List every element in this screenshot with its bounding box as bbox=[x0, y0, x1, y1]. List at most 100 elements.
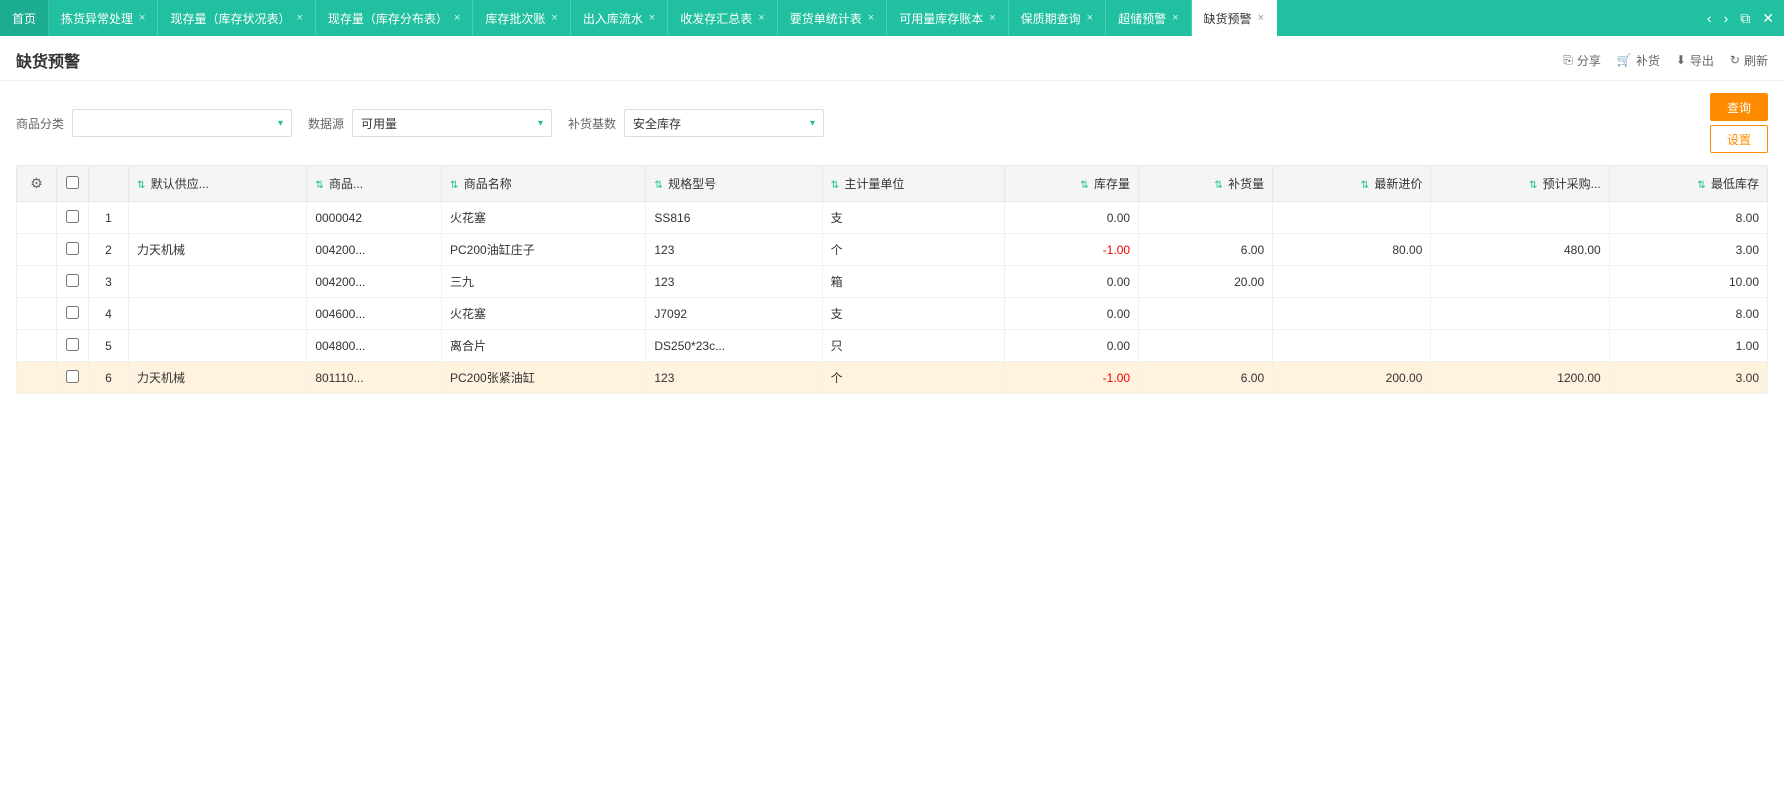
table-body: 1 0000042 火花塞 SS816 支 0.00 8.00 2 力天机械 0… bbox=[17, 202, 1768, 394]
cell-estimated-purchase-3 bbox=[1431, 298, 1609, 330]
refresh-icon: ↻ bbox=[1730, 53, 1740, 67]
tab-order-stats[interactable]: 要货单统计表 × bbox=[778, 0, 887, 36]
cell-checkbox-2[interactable] bbox=[57, 266, 89, 298]
row-checkbox-1[interactable] bbox=[66, 242, 79, 255]
share-button[interactable]: ⎘ 分享 bbox=[1563, 52, 1601, 69]
cell-name-4: 离合片 bbox=[442, 330, 646, 362]
filter-select-datasource[interactable]: 可用量 ▾ bbox=[352, 109, 552, 137]
cell-replenish-qty-0 bbox=[1139, 202, 1273, 234]
tab-close-overstock-warning[interactable]: × bbox=[1172, 12, 1178, 24]
tab-current-stock-status[interactable]: 现存量（库存状况表） × bbox=[158, 0, 315, 36]
tab-nav-close-all[interactable]: ✕ bbox=[1756, 8, 1780, 29]
cell-replenish-qty-3 bbox=[1139, 298, 1273, 330]
cell-spec-4: DS250*23c... bbox=[646, 330, 822, 362]
tab-nav-prev[interactable]: ‹ bbox=[1701, 8, 1718, 28]
chevron-down-icon-3: ▾ bbox=[810, 118, 815, 129]
th-product-code[interactable]: ⇅ 商品... bbox=[307, 166, 442, 202]
th-replenish-qty[interactable]: ⇅ 补货量 bbox=[1139, 166, 1273, 202]
sort-icon-latest-price: ⇅ bbox=[1361, 180, 1369, 191]
cell-spec-3: J7092 bbox=[646, 298, 822, 330]
cell-name-1: PC200油缸庄子 bbox=[442, 234, 646, 266]
tab-available-ledger[interactable]: 可用量库存账本 × bbox=[887, 0, 1008, 36]
filter-select-category[interactable]: ▾ bbox=[72, 109, 292, 137]
cell-replenish-qty-1: 6.00 bbox=[1139, 234, 1273, 266]
row-checkbox-3[interactable] bbox=[66, 306, 79, 319]
chevron-down-icon: ▾ bbox=[278, 118, 283, 129]
cell-latest-price-2 bbox=[1273, 266, 1431, 298]
th-index bbox=[89, 166, 129, 202]
cell-name-2: 三九 bbox=[442, 266, 646, 298]
cell-checkbox-1[interactable] bbox=[57, 234, 89, 266]
th-default-supplier[interactable]: ⇅ 默认供应... bbox=[129, 166, 307, 202]
cell-index-1: 2 bbox=[89, 234, 129, 266]
tab-shelf-life[interactable]: 保质期查询 × bbox=[1009, 0, 1106, 36]
row-checkbox-0[interactable] bbox=[66, 210, 79, 223]
cell-checkbox-3[interactable] bbox=[57, 298, 89, 330]
th-product-name[interactable]: ⇅ 商品名称 bbox=[442, 166, 646, 202]
cell-latest-price-0 bbox=[1273, 202, 1431, 234]
filter-select-replenish-base[interactable]: 安全库存 ▾ bbox=[624, 109, 824, 137]
tab-nav-restore[interactable]: ⧉ bbox=[1734, 8, 1756, 29]
tab-close-shortage-warning[interactable]: × bbox=[1258, 12, 1264, 24]
tab-receipt-summary[interactable]: 收发存汇总表 × bbox=[668, 0, 777, 36]
cell-checkbox-0[interactable] bbox=[57, 202, 89, 234]
tab-close-current-stock-dist[interactable]: × bbox=[454, 12, 460, 24]
th-min-stock[interactable]: ⇅ 最低库存 bbox=[1609, 166, 1767, 202]
filter-label-category: 商品分类 bbox=[16, 115, 64, 132]
cell-supplier-0 bbox=[129, 202, 307, 234]
table-row: 2 力天机械 004200... PC200油缸庄子 123 个 -1.00 6… bbox=[17, 234, 1768, 266]
gear-icon[interactable]: ⚙ bbox=[30, 175, 43, 191]
tab-batch-account[interactable]: 库存批次账 × bbox=[473, 0, 570, 36]
th-latest-price[interactable]: ⇅ 最新进价 bbox=[1273, 166, 1431, 202]
table-row: 4 004600... 火花塞 J7092 支 0.00 8.00 bbox=[17, 298, 1768, 330]
header-actions: ⎘ 分享 🛒 补货 ⬇ 导出 ↻ 刷新 bbox=[1563, 52, 1768, 69]
query-button[interactable]: 查询 bbox=[1710, 93, 1768, 121]
row-checkbox-4[interactable] bbox=[66, 338, 79, 351]
tab-close-current-stock-status[interactable]: × bbox=[296, 12, 302, 24]
filter-actions: 查询 设置 bbox=[1710, 93, 1768, 153]
th-stock[interactable]: ⇅ 库存量 bbox=[1004, 166, 1138, 202]
tab-close-shelf-life[interactable]: × bbox=[1087, 12, 1093, 24]
cell-checkbox-5[interactable] bbox=[57, 362, 89, 394]
cell-estimated-purchase-0 bbox=[1431, 202, 1609, 234]
cell-spec-5: 123 bbox=[646, 362, 822, 394]
th-unit[interactable]: ⇅ 主计量单位 bbox=[822, 166, 1004, 202]
table-row: 6 力天机械 801110... PC200张紧油缸 123 个 -1.00 6… bbox=[17, 362, 1768, 394]
cell-code-5: 801110... bbox=[307, 362, 442, 394]
tab-close-batch-account[interactable]: × bbox=[551, 12, 557, 24]
cell-supplier-2 bbox=[129, 266, 307, 298]
th-spec[interactable]: ⇅ 规格型号 bbox=[646, 166, 822, 202]
row-checkbox-2[interactable] bbox=[66, 274, 79, 287]
page-header: 缺货预警 ⎘ 分享 🛒 补货 ⬇ 导出 ↻ 刷新 bbox=[0, 36, 1784, 81]
cell-checkbox-4[interactable] bbox=[57, 330, 89, 362]
tab-close-picking-exception[interactable]: × bbox=[139, 12, 145, 24]
tab-close-inout-flow[interactable]: × bbox=[649, 12, 655, 24]
tab-shortage-warning[interactable]: 缺货预警 × bbox=[1192, 0, 1277, 36]
tab-nav-buttons: ‹ › ⧉ ✕ bbox=[1697, 8, 1784, 29]
select-all-checkbox[interactable] bbox=[66, 176, 79, 189]
th-estimated-purchase[interactable]: ⇅ 预计采购... bbox=[1431, 166, 1609, 202]
row-checkbox-5[interactable] bbox=[66, 370, 79, 383]
replenish-button[interactable]: 🛒 补货 bbox=[1617, 52, 1660, 69]
cell-min-stock-2: 10.00 bbox=[1609, 266, 1767, 298]
filter-bar: 商品分类 ▾ 数据源 可用量 ▾ 补货基数 安全库存 ▾ 查询 设置 bbox=[0, 81, 1784, 165]
cell-min-stock-0: 8.00 bbox=[1609, 202, 1767, 234]
tab-nav-next[interactable]: › bbox=[1718, 8, 1735, 28]
cell-replenish-qty-2: 20.00 bbox=[1139, 266, 1273, 298]
tab-inout-flow[interactable]: 出入库流水 × bbox=[571, 0, 668, 36]
tab-overstock-warning[interactable]: 超储预警 × bbox=[1106, 0, 1191, 36]
tab-current-stock-dist[interactable]: 现存量（库存分布表） × bbox=[316, 0, 473, 36]
cell-settings-2 bbox=[17, 266, 57, 298]
th-settings[interactable]: ⚙ bbox=[17, 166, 57, 202]
cell-stock-5: -1.00 bbox=[1004, 362, 1138, 394]
tab-close-receipt-summary[interactable]: × bbox=[758, 12, 764, 24]
tab-picking-exception[interactable]: 拣货异常处理 × bbox=[49, 0, 158, 36]
table-row: 5 004800... 离合片 DS250*23c... 只 0.00 1.00 bbox=[17, 330, 1768, 362]
settings-button[interactable]: 设置 bbox=[1710, 125, 1768, 153]
tab-close-order-stats[interactable]: × bbox=[868, 12, 874, 24]
sort-icon-unit: ⇅ bbox=[831, 180, 839, 191]
tab-home[interactable]: 首页 bbox=[0, 0, 49, 36]
refresh-button[interactable]: ↻ 刷新 bbox=[1730, 52, 1768, 69]
tab-close-available-ledger[interactable]: × bbox=[989, 12, 995, 24]
export-button[interactable]: ⬇ 导出 bbox=[1676, 52, 1714, 69]
